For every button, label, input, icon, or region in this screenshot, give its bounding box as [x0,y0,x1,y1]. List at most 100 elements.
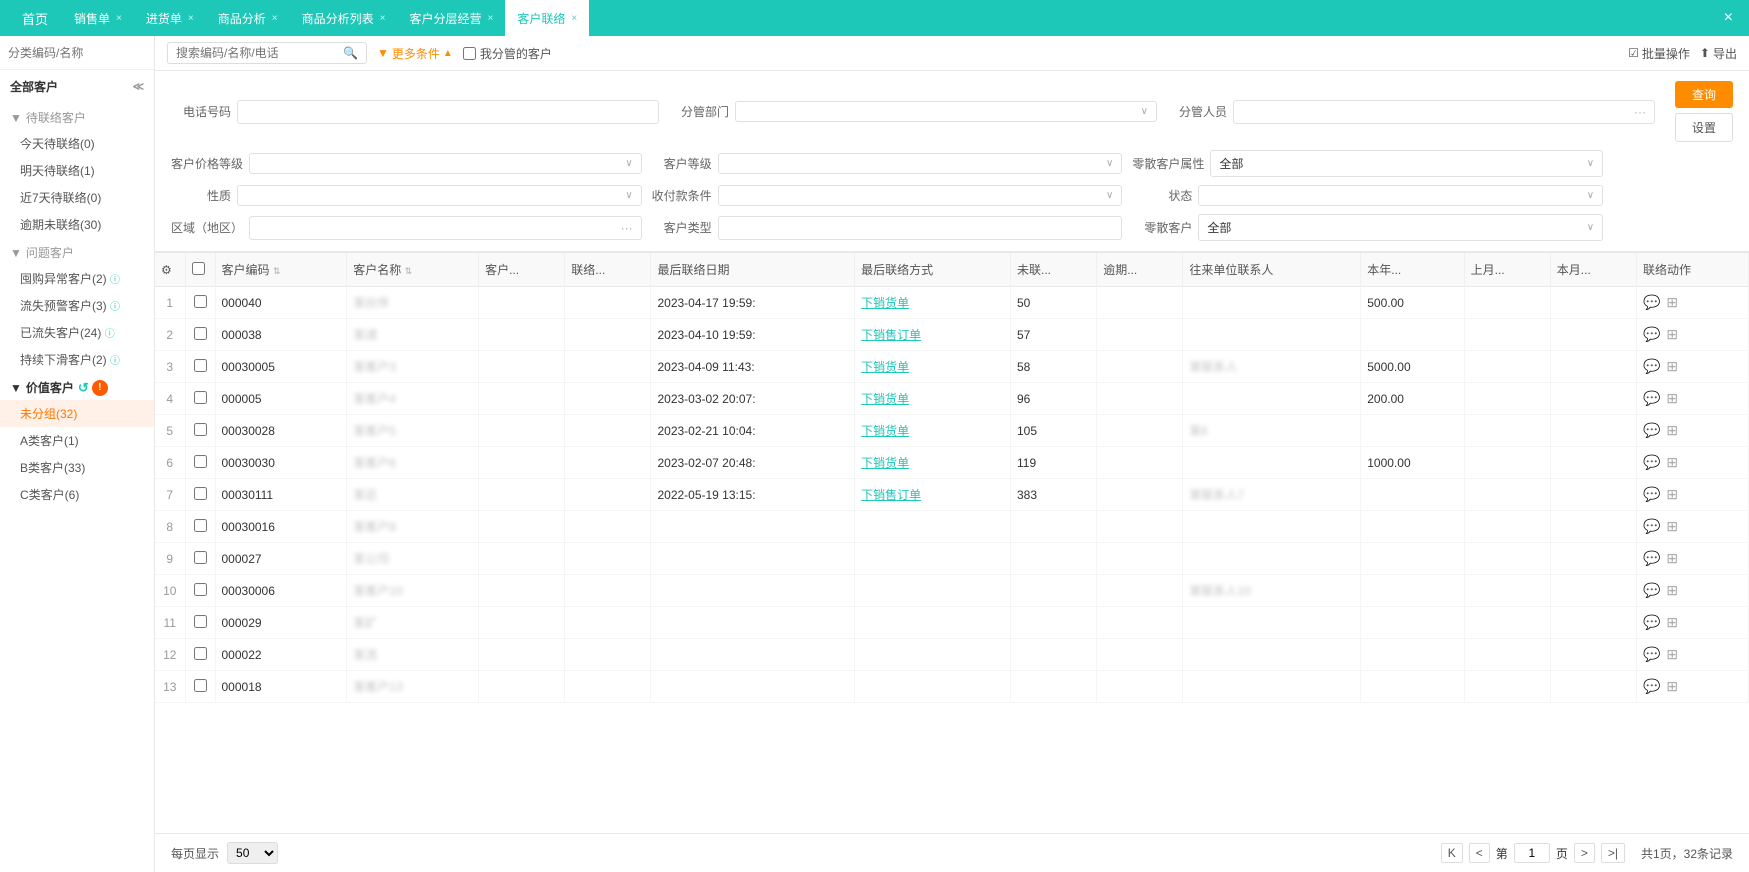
sidebar-item-type-b[interactable]: B类客户(33) [0,454,154,481]
sidebar-item-warning[interactable]: 流失预警客户(3) ⓘ [0,292,154,319]
dept-select[interactable]: ∨ [735,101,1157,122]
bulk-action-btn[interactable]: ☑ 批量操作 [1628,45,1690,62]
more-action-icon[interactable]: ⊞ [1666,422,1678,439]
row-checkbox[interactable] [194,359,207,372]
more-action-icon[interactable]: ⊞ [1666,614,1678,631]
col-name[interactable]: 客户名称 ⇅ [347,253,479,287]
sidebar-item-today[interactable]: 今天待联络(0) [0,130,154,157]
row-checkbox[interactable] [194,455,207,468]
search-input[interactable] [176,46,343,60]
all-customers-header[interactable]: 全部客户 ≪ [0,70,154,103]
query-button[interactable]: 查询 [1675,81,1733,108]
message-icon[interactable]: 💬 [1643,454,1660,471]
nav-tab-customer-contact[interactable]: 客户联络 × [505,0,589,36]
method-link[interactable]: 下销货单 [861,296,909,310]
more-action-icon[interactable]: ⊞ [1666,294,1678,311]
nav-tab-customer-layer[interactable]: 客户分层经营 × [397,0,505,36]
page-size-select[interactable]: 50 100 200 [227,842,278,864]
more-action-icon[interactable]: ⊞ [1666,326,1678,343]
prev-page-btn[interactable]: < [1469,843,1490,863]
method-link[interactable]: 下销售订单 [861,328,921,342]
col-code[interactable]: 客户编码 ⇅ [215,253,347,287]
message-icon[interactable]: 💬 [1643,294,1660,311]
more-action-icon[interactable]: ⊞ [1666,678,1678,695]
nav-tab-purchase[interactable]: 进货单 × [134,0,206,36]
row-checkbox[interactable] [194,647,207,660]
row-checkbox[interactable] [194,551,207,564]
more-action-icon[interactable]: ⊞ [1666,518,1678,535]
export-btn[interactable]: ⬆ 导出 [1700,45,1737,62]
sidebar-item-tomorrow[interactable]: 明天待联络(1) [0,157,154,184]
sidebar-item-type-a[interactable]: A类客户(1) [0,427,154,454]
message-icon[interactable]: 💬 [1643,582,1660,599]
message-icon[interactable]: 💬 [1643,614,1660,631]
payment-select[interactable]: ∨ [718,185,1123,206]
price-level-select[interactable]: ∨ [249,153,642,174]
more-action-icon[interactable]: ⊞ [1666,582,1678,599]
first-page-btn[interactable]: K [1441,843,1463,863]
search-icon[interactable]: 🔍 [343,46,358,60]
method-link[interactable]: 下销货单 [861,456,909,470]
message-icon[interactable]: 💬 [1643,390,1660,407]
close-customer-contact-tab[interactable]: × [571,13,577,24]
last-page-btn[interactable]: >| [1601,843,1625,863]
row-checkbox[interactable] [194,615,207,628]
sidebar-item-overdue[interactable]: 逾期未联络(30) [0,211,154,238]
row-checkbox[interactable] [194,519,207,532]
more-action-icon[interactable]: ⊞ [1666,486,1678,503]
row-checkbox[interactable] [194,327,207,340]
close-purchase-tab[interactable]: × [188,13,194,24]
method-link[interactable]: 下销货单 [861,360,909,374]
message-icon[interactable]: 💬 [1643,646,1660,663]
row-checkbox[interactable] [194,679,207,692]
next-page-btn[interactable]: > [1574,843,1595,863]
sidebar-item-abnormal[interactable]: 囤购异常客户(2) ⓘ [0,265,154,292]
message-icon[interactable]: 💬 [1643,326,1660,343]
customer-type-input[interactable] [718,216,1123,240]
status-select[interactable]: ∨ [1198,185,1603,206]
close-goods-list-tab[interactable]: × [380,13,386,24]
more-action-icon[interactable]: ⊞ [1666,550,1678,567]
more-action-icon[interactable]: ⊞ [1666,646,1678,663]
row-checkbox[interactable] [194,295,207,308]
my-customers-checkbox[interactable]: 我分管的客户 [463,45,552,62]
nav-tab-home[interactable]: 首页 [8,0,62,36]
row-checkbox[interactable] [194,423,207,436]
retail-attr-select[interactable]: 全部 ∨ [1210,150,1603,177]
retail-customer-select[interactable]: 全部 ∨ [1198,214,1603,241]
sidebar-item-lost[interactable]: 已流失客户(24) ⓘ [0,319,154,346]
nature-select[interactable]: ∨ [237,185,642,206]
manager-dots[interactable]: ··· [1634,105,1646,119]
more-action-icon[interactable]: ⊞ [1666,358,1678,375]
more-filters-btn[interactable]: ▼ 更多条件 ▲ [377,45,453,62]
message-icon[interactable]: 💬 [1643,422,1660,439]
close-sales-tab[interactable]: × [116,13,122,24]
select-all-checkbox[interactable] [192,262,205,275]
message-icon[interactable]: 💬 [1643,678,1660,695]
sidebar-item-type-c[interactable]: C类客户(6) [0,481,154,508]
row-checkbox[interactable] [194,391,207,404]
method-link[interactable]: 下销货单 [861,424,909,438]
more-action-icon[interactable]: ⊞ [1666,454,1678,471]
table-gear-icon[interactable]: ⚙ [161,263,172,277]
method-link[interactable]: 下销货单 [861,392,909,406]
col-gear[interactable]: ⚙ [155,253,185,287]
message-icon[interactable]: 💬 [1643,518,1660,535]
message-icon[interactable]: 💬 [1643,358,1660,375]
group-value-customers[interactable]: ▼ 价值客户 ↺ ! [0,373,154,400]
row-checkbox[interactable] [194,583,207,596]
nav-tab-goods-analysis[interactable]: 商品分析 × [206,0,290,36]
group-pending-contact[interactable]: ▼ 待联络客户 [0,103,154,130]
region-input[interactable]: ··· [249,216,642,240]
sidebar-search-input[interactable] [8,46,155,60]
customer-level-select[interactable]: ∨ [718,153,1123,174]
sidebar-item-declining[interactable]: 持续下滑客户(2) ⓘ [0,346,154,373]
reset-button[interactable]: 设置 [1675,113,1733,142]
group-problem-customers[interactable]: ▼ 问题客户 [0,238,154,265]
nav-tab-goods-list[interactable]: 商品分析列表 × [290,0,398,36]
manager-input[interactable]: ··· [1233,100,1655,124]
region-dots[interactable]: ··· [621,221,633,235]
message-icon[interactable]: 💬 [1643,486,1660,503]
my-customers-check[interactable] [463,47,476,60]
sidebar-item-ungrouped[interactable]: 未分组(32) [0,400,154,427]
